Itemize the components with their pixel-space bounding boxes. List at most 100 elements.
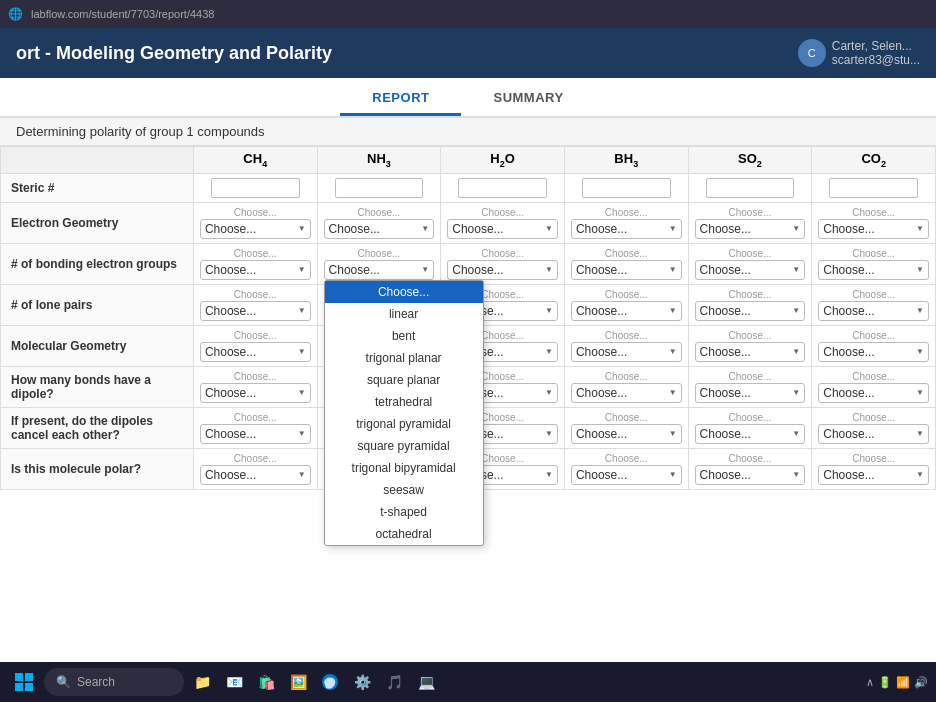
tab-report[interactable]: REPORT [340,82,461,116]
dropdown-btn-4-3[interactable]: Choose...▼ [571,342,682,362]
dropdown-btn-2-3[interactable]: Choose...▼ [571,260,682,280]
cell-1-2[interactable]: Choose...Choose...▼ [441,202,565,243]
cell-2-4[interactable]: Choose...Choose...▼ [688,243,812,284]
cell-7-3[interactable]: Choose...Choose...▼ [564,448,688,489]
cell-2-1[interactable]: Choose...Choose...▼Choose...linearbenttr… [317,243,441,284]
cell-5-3[interactable]: Choose...Choose...▼ [564,366,688,407]
dropdown-btn-2-5[interactable]: Choose...▼ [818,260,929,280]
option-7[interactable]: square pyramidal [325,435,483,457]
cell-4-4[interactable]: Choose...Choose...▼ [688,325,812,366]
dropdown-btn-2-4[interactable]: Choose...▼ [695,260,806,280]
cell-5-0[interactable]: Choose...Choose...▼ [193,366,317,407]
cell-7-4[interactable]: Choose...Choose...▼ [688,448,812,489]
cell-7-5[interactable]: Choose...Choose...▼ [812,448,936,489]
tab-summary[interactable]: SUMMARY [461,82,595,116]
option-10[interactable]: t-shaped [325,501,483,523]
dropdown-btn-2-2[interactable]: Choose...▼ [447,260,558,280]
file-explorer-icon[interactable]: 📁 [188,668,216,696]
cell-2-0[interactable]: Choose...Choose...▼ [193,243,317,284]
dropdown-btn-3-3[interactable]: Choose...▼ [571,301,682,321]
cell-0-4[interactable] [688,173,812,202]
cell-2-5[interactable]: Choose...Choose...▼ [812,243,936,284]
dropdown-btn-5-0[interactable]: Choose...▼ [200,383,311,403]
dropdown-btn-7-4[interactable]: Choose...▼ [695,465,806,485]
cell-4-3[interactable]: Choose...Choose...▼ [564,325,688,366]
option-2[interactable]: bent [325,325,483,347]
option-6[interactable]: trigonal pyramidal [325,413,483,435]
cell-1-5[interactable]: Choose...Choose...▼ [812,202,936,243]
option-3[interactable]: trigonal planar [325,347,483,369]
cell-1-1[interactable]: Choose...Choose...▼ [317,202,441,243]
settings-icon[interactable]: ⚙️ [348,668,376,696]
option-5[interactable]: tetrahedral [325,391,483,413]
steric-input-3[interactable] [582,178,671,198]
cell-3-0[interactable]: Choose...Choose...▼ [193,284,317,325]
cell-7-0[interactable]: Choose...Choose...▼ [193,448,317,489]
dropdown-btn-5-4[interactable]: Choose...▼ [695,383,806,403]
cell-3-5[interactable]: Choose...Choose...▼ [812,284,936,325]
cell-3-3[interactable]: Choose...Choose...▼ [564,284,688,325]
dropdown-btn-1-0[interactable]: Choose...▼ [200,219,311,239]
store-icon[interactable]: 🛍️ [252,668,280,696]
cell-6-3[interactable]: Choose...Choose...▼ [564,407,688,448]
option-1[interactable]: linear [325,303,483,325]
photos-icon[interactable]: 🖼️ [284,668,312,696]
dropdown-btn-2-0[interactable]: Choose...▼ [200,260,311,280]
dropdown-btn-6-4[interactable]: Choose...▼ [695,424,806,444]
edge-icon[interactable] [316,668,344,696]
option-11[interactable]: octahedral [325,523,483,545]
terminal-icon[interactable]: 💻 [412,668,440,696]
steric-input-5[interactable] [829,178,918,198]
dropdown-btn-4-4[interactable]: Choose...▼ [695,342,806,362]
option-0[interactable]: Choose... [325,281,483,303]
dropdown-btn-1-2[interactable]: Choose...▼ [447,219,558,239]
dropdown-btn-6-3[interactable]: Choose...▼ [571,424,682,444]
steric-input-4[interactable] [706,178,795,198]
start-button[interactable] [8,666,40,698]
steric-input-0[interactable] [211,178,300,198]
steric-input-1[interactable] [335,178,424,198]
dropdown-btn-1-4[interactable]: Choose...▼ [695,219,806,239]
option-9[interactable]: seesaw [325,479,483,501]
dropdown-btn-7-3[interactable]: Choose...▼ [571,465,682,485]
cell-4-0[interactable]: Choose...Choose...▼ [193,325,317,366]
cell-2-2[interactable]: Choose...Choose...▼ [441,243,565,284]
option-8[interactable]: trigonal bipyramidal [325,457,483,479]
dropdown-btn-1-5[interactable]: Choose...▼ [818,219,929,239]
dropdown-btn-3-4[interactable]: Choose...▼ [695,301,806,321]
dropdown-btn-7-5[interactable]: Choose...▼ [818,465,929,485]
option-4[interactable]: square planar [325,369,483,391]
dropdown-btn-4-0[interactable]: Choose...▼ [200,342,311,362]
dropdown-btn-3-5[interactable]: Choose...▼ [818,301,929,321]
dropdown-btn-3-0[interactable]: Choose...▼ [200,301,311,321]
dropdown-btn-1-3[interactable]: Choose...▼ [571,219,682,239]
cell-3-4[interactable]: Choose...Choose...▼ [688,284,812,325]
dropdown-btn-1-1[interactable]: Choose...▼ [324,219,435,239]
cell-0-5[interactable] [812,173,936,202]
mail-icon[interactable]: 📧 [220,668,248,696]
search-bar[interactable]: 🔍 Search [44,668,184,696]
cell-6-4[interactable]: Choose...Choose...▼ [688,407,812,448]
cell-1-0[interactable]: Choose...Choose...▼ [193,202,317,243]
cell-0-1[interactable] [317,173,441,202]
cell-6-5[interactable]: Choose...Choose...▼ [812,407,936,448]
cell-6-0[interactable]: Choose...Choose...▼ [193,407,317,448]
dropdown-btn-4-5[interactable]: Choose...▼ [818,342,929,362]
cell-1-4[interactable]: Choose...Choose...▼ [688,202,812,243]
dropdown-btn-2-1[interactable]: Choose...▼ [324,260,435,280]
cell-0-3[interactable] [564,173,688,202]
steric-input-2[interactable] [458,178,547,198]
dropdown-btn-7-0[interactable]: Choose...▼ [200,465,311,485]
cell-4-5[interactable]: Choose...Choose...▼ [812,325,936,366]
cell-1-3[interactable]: Choose...Choose...▼ [564,202,688,243]
dropdown-btn-6-0[interactable]: Choose...▼ [200,424,311,444]
cell-5-4[interactable]: Choose...Choose...▼ [688,366,812,407]
dropdown-btn-6-5[interactable]: Choose...▼ [818,424,929,444]
cell-2-3[interactable]: Choose...Choose...▼ [564,243,688,284]
cell-0-0[interactable] [193,173,317,202]
cell-0-2[interactable] [441,173,565,202]
spotify-icon[interactable]: 🎵 [380,668,408,696]
dropdown-btn-5-5[interactable]: Choose...▼ [818,383,929,403]
dropdown-btn-5-3[interactable]: Choose...▼ [571,383,682,403]
cell-5-5[interactable]: Choose...Choose...▼ [812,366,936,407]
